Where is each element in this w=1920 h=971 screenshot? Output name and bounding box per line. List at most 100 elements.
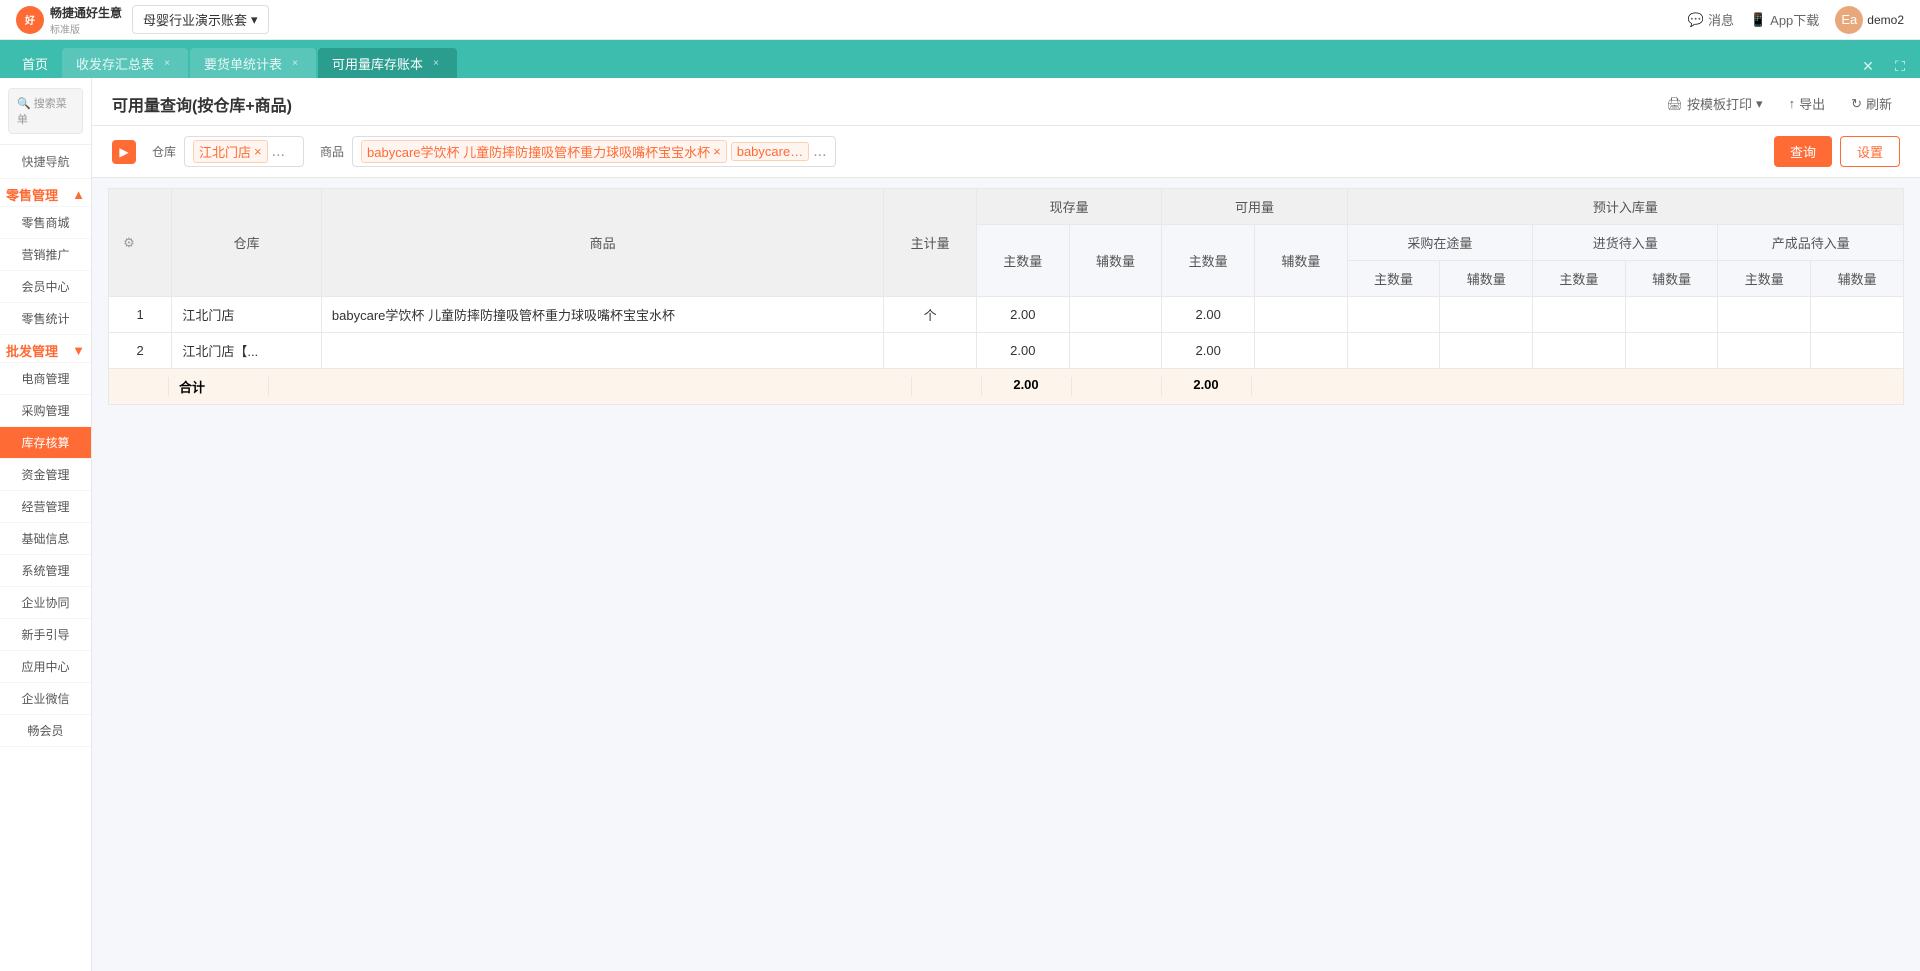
- home-tab-label: 首页: [22, 54, 48, 73]
- tab-keyong-close[interactable]: ×: [429, 56, 443, 70]
- sidebar-search-button[interactable]: 🔍 搜索菜单: [8, 88, 83, 134]
- sidebar-item-qiyeweixin[interactable]: 企业微信: [0, 683, 91, 715]
- warehouse-more[interactable]: ...: [272, 143, 285, 161]
- col-arrival-waiting-header: 进货待入量: [1533, 225, 1718, 261]
- top-bar: 好 畅捷通好生意 标准版 母婴行业演示账套 ▾ 💬 消息 📱 App下载 Ea …: [0, 0, 1920, 40]
- sidebar-item-huiyuan[interactable]: 会员中心: [0, 271, 91, 303]
- goods-label: 商品: [320, 143, 344, 160]
- warehouse-tag-value: 江北门店: [199, 142, 251, 161]
- col-production-waiting-header: 产成品待入量: [1718, 225, 1904, 261]
- page-header: 可用量查询(按仓库+商品) 🖨 按模板打印 ▾ ↑ 导出 ↻ 刷新: [92, 78, 1920, 126]
- refresh-btn[interactable]: ↻ 刷新: [1843, 90, 1900, 117]
- tab-keyong-label: 可用量库存账本: [332, 54, 423, 73]
- col-goods-header: 商品: [321, 189, 883, 297]
- message-action[interactable]: 💬 消息: [1688, 10, 1734, 29]
- table-row: 1 江北门店 babycare学饮杯 儿童防摔防撞吸管杯重力球吸嘴杯宝宝水杯 个…: [109, 297, 1904, 333]
- table-settings-icon[interactable]: ⚙: [119, 233, 139, 253]
- tab-fullscreen[interactable]: ⛶: [1888, 54, 1912, 78]
- col-available-main: 主数量: [1162, 225, 1255, 297]
- sidebar-item-jichu[interactable]: 基础信息: [0, 523, 91, 555]
- sidebar-pifa-label: 批发管理: [6, 341, 58, 360]
- warehouse-filter-group: 仓库 江北门店 × ...: [152, 136, 304, 167]
- content-area: 可用量查询(按仓库+商品) 🖨 按模板打印 ▾ ↑ 导出 ↻ 刷新 ▶: [92, 78, 1920, 971]
- tab-yaohuo[interactable]: 要货单统计表 ×: [190, 48, 316, 78]
- table-row: 2 江北门店【... 2.00 2.00: [109, 333, 1904, 369]
- warehouse-label: 仓库: [152, 143, 176, 160]
- sidebar-item-yingxiao[interactable]: 营销推广: [0, 239, 91, 271]
- logo-subtitle: 标准版: [50, 21, 122, 36]
- goods-input[interactable]: babycare学饮杯 儿童防摔防撞吸管杯重力球吸嘴杯宝宝水杯 × babyca…: [352, 136, 836, 167]
- settings-button[interactable]: 设置: [1840, 136, 1900, 167]
- sidebar-item-yingyong[interactable]: 应用中心: [0, 651, 91, 683]
- sidebar-item-xinshou[interactable]: 新手引导: [0, 619, 91, 651]
- sidebar-item-lingxiaoshangcheng[interactable]: 零售商城: [0, 207, 91, 239]
- tab-shoufa[interactable]: 收发存汇总表 ×: [62, 48, 188, 78]
- chevron-up-icon: ▲: [72, 187, 85, 202]
- sidebar-item-changyuan[interactable]: 畅会员: [0, 715, 91, 747]
- sidebar-item-qiye[interactable]: 企业协同: [0, 587, 91, 619]
- sidebar-item-kuaijie[interactable]: 快捷导航: [0, 145, 91, 179]
- footer-label: 合计: [169, 377, 269, 396]
- logo-area: 好 畅捷通好生意 标准版: [16, 4, 122, 36]
- col-current-stock-header: 现存量: [976, 189, 1161, 225]
- logo-title: 畅捷通好生意: [50, 4, 122, 21]
- sidebar-item-lingxiao[interactable]: 零售管理 ▲: [0, 179, 91, 207]
- filter-actions: 查询 设置: [1774, 136, 1900, 167]
- cell-goods: [321, 333, 883, 369]
- filter-toggle-btn[interactable]: ▶: [112, 140, 136, 164]
- cell-arrival-aux: [1625, 333, 1718, 369]
- sidebar-item-caigou[interactable]: 采购管理: [0, 395, 91, 427]
- sidebar-item-dianshang[interactable]: 电商管理: [0, 363, 91, 395]
- message-label: 消息: [1708, 10, 1734, 29]
- query-button[interactable]: 查询: [1774, 136, 1832, 167]
- goods-more[interactable]: ...: [813, 143, 826, 161]
- tab-home[interactable]: 首页: [8, 48, 62, 78]
- footer-current-main: 2.00: [982, 377, 1072, 396]
- sidebar-item-tongji[interactable]: 零售统计: [0, 303, 91, 335]
- cell-warehouse: 江北门店: [172, 297, 322, 333]
- tab-close-all[interactable]: ✕: [1856, 54, 1880, 78]
- col-settings[interactable]: ⚙: [109, 189, 172, 297]
- warehouse-tag-close[interactable]: ×: [254, 144, 262, 159]
- refresh-label: 刷新: [1866, 94, 1892, 113]
- footer-available-main: 2.00: [1162, 377, 1252, 396]
- cell-available-main: 2.00: [1162, 297, 1255, 333]
- goods-tag1-close[interactable]: ×: [713, 144, 721, 159]
- col-warehouse-header: 仓库: [172, 189, 322, 297]
- tab-shoufa-close[interactable]: ×: [160, 56, 174, 70]
- sidebar-item-jingying[interactable]: 经营管理: [0, 491, 91, 523]
- export-btn[interactable]: ↑ 导出: [1781, 90, 1834, 117]
- tab-bar-right: ✕ ⛶: [1856, 54, 1912, 78]
- user-area[interactable]: Ea demo2: [1835, 6, 1904, 34]
- tab-yaohuo-close[interactable]: ×: [288, 56, 302, 70]
- tab-bar: 首页 收发存汇总表 × 要货单统计表 × 可用量库存账本 × ✕ ⛶: [0, 40, 1920, 78]
- logo-text-area: 畅捷通好生意 标准版: [50, 4, 122, 36]
- chevron-down-icon: ▾: [251, 12, 258, 28]
- sidebar-item-zijin[interactable]: 资金管理: [0, 459, 91, 491]
- print-btn[interactable]: 🖨 按模板打印 ▾: [1659, 90, 1771, 117]
- avatar: Ea: [1835, 6, 1863, 34]
- cell-arrival-aux: [1625, 297, 1718, 333]
- col-production-main: 主数量: [1718, 261, 1811, 297]
- download-icon: 📱: [1750, 12, 1766, 28]
- warehouse-input[interactable]: 江北门店 × ...: [184, 136, 304, 167]
- main-layout: 🔍 搜索菜单 快捷导航 零售管理 ▲ 零售商城 营销推广 会员中心 零售统计 批…: [0, 78, 1920, 971]
- cell-unit: 个: [884, 297, 977, 333]
- col-current-main: 主数量: [976, 225, 1069, 297]
- sidebar-item-pifa[interactable]: 批发管理 ▼: [0, 335, 91, 363]
- sidebar-item-kucun[interactable]: 库存核算: [0, 427, 91, 459]
- refresh-icon: ↻: [1851, 96, 1862, 112]
- col-planned-in-header: 预计入库量: [1347, 189, 1903, 225]
- company-selector[interactable]: 母婴行业演示账套 ▾: [132, 5, 269, 34]
- cell-index: 2: [109, 333, 172, 369]
- cell-index: 1: [109, 297, 172, 333]
- tab-keyong[interactable]: 可用量库存账本 ×: [318, 48, 457, 78]
- sidebar-item-xitong[interactable]: 系统管理: [0, 555, 91, 587]
- goods-tag1-value: babycare学饮杯 儿童防摔防撞吸管杯重力球吸嘴杯宝宝水杯: [367, 142, 710, 161]
- col-available-header: 可用量: [1162, 189, 1347, 225]
- download-action[interactable]: 📱 App下载: [1750, 10, 1819, 29]
- cell-production-aux: [1811, 297, 1904, 333]
- chevron-down-icon: ▾: [1756, 96, 1763, 112]
- cell-goods: babycare学饮杯 儿童防摔防撞吸管杯重力球吸嘴杯宝宝水杯: [321, 297, 883, 333]
- cell-purchase-main: [1347, 333, 1440, 369]
